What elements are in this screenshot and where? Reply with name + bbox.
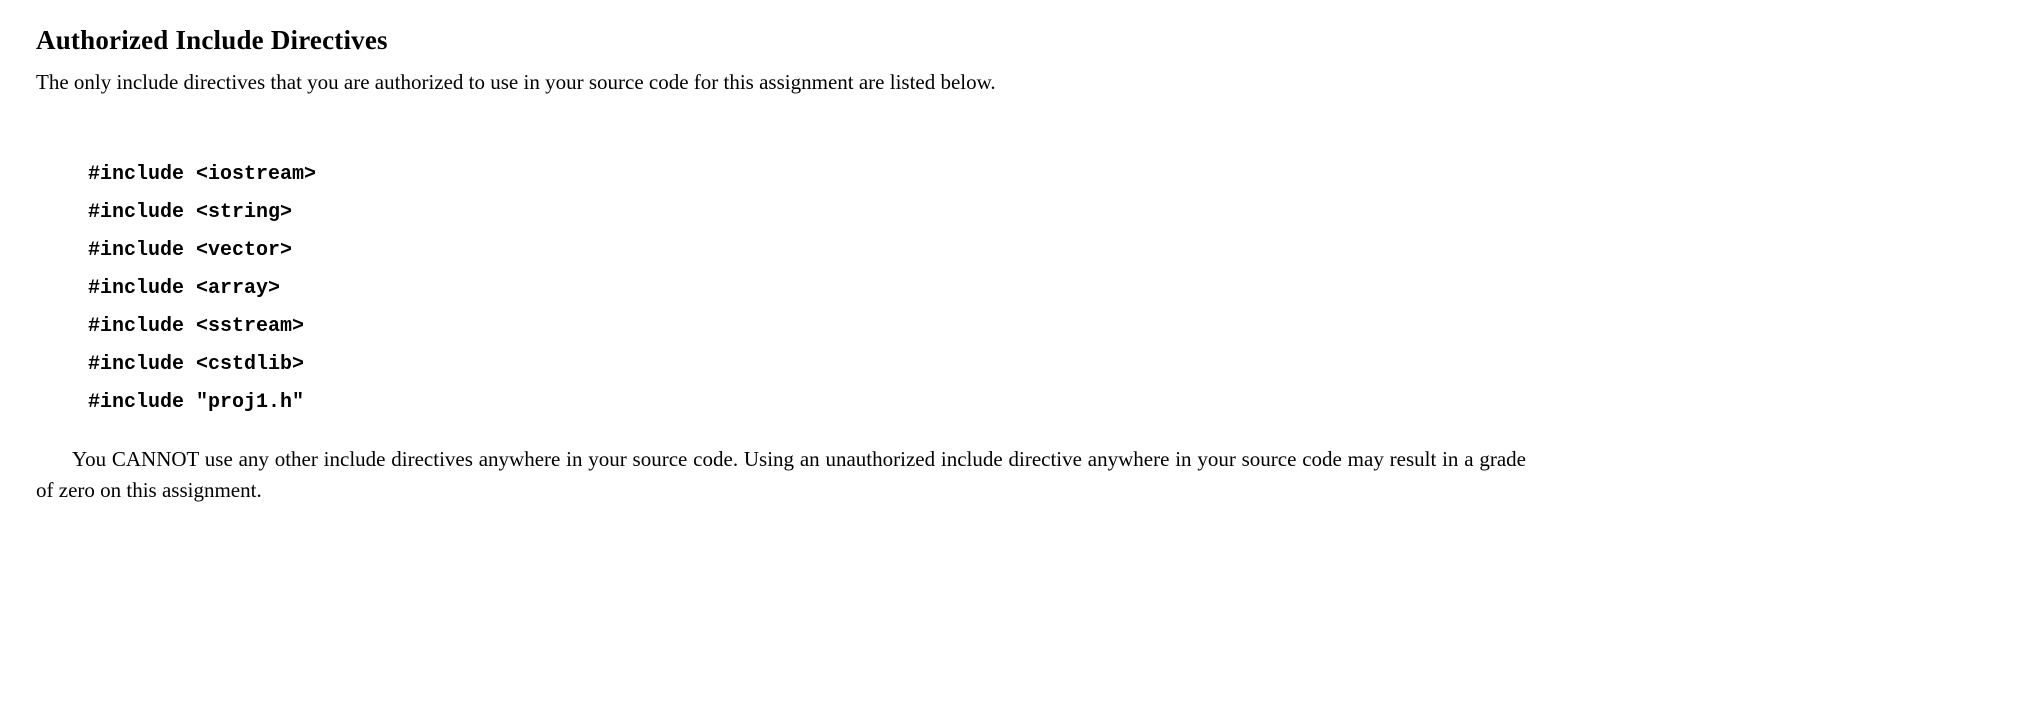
code-line: #include <array> [88,277,280,300]
code-line: #include <string> [88,201,292,224]
code-line: #include <cstdlib> [88,353,304,376]
code-include-list: #include <iostream> #include <string> #i… [88,118,1988,422]
code-line: #include <vector> [88,239,292,262]
warning-paragraph: You CANNOT use any other include directi… [36,444,1526,505]
section-heading: Authorized Include Directives [36,25,1988,56]
warning-text: You CANNOT use any other include directi… [36,447,1526,501]
code-line: #include <iostream> [88,163,316,186]
code-line: #include <sstream> [88,315,304,338]
intro-paragraph: The only include directives that you are… [36,68,1988,96]
code-line: #include "proj1.h" [88,391,304,414]
